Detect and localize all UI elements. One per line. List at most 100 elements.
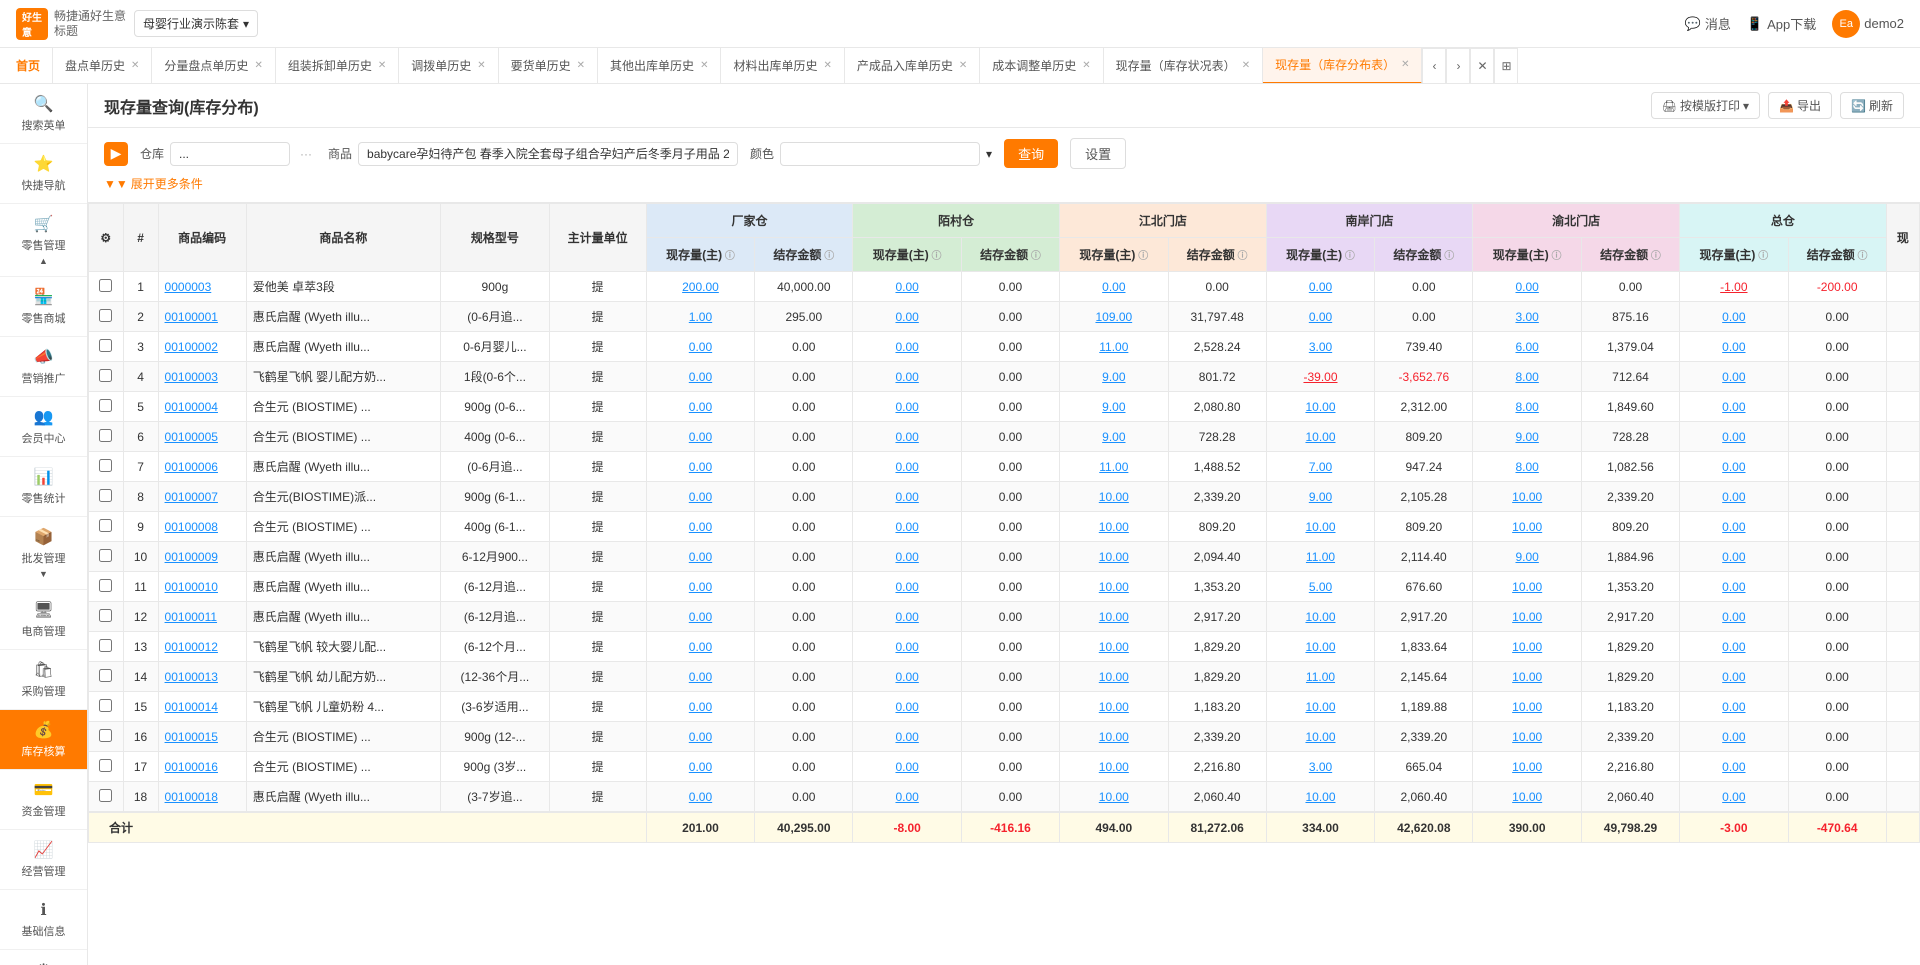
row-checkbox[interactable] <box>99 519 112 532</box>
cell-w4-qty[interactable]: 10.00 <box>1266 782 1375 813</box>
cell-w2-qty[interactable]: 0.00 <box>853 422 962 452</box>
cell-code[interactable]: 00100002 <box>158 332 246 362</box>
row-checkbox[interactable] <box>99 339 112 352</box>
row-checkbox[interactable] <box>99 729 112 742</box>
cell-total-qty[interactable]: 0.00 <box>1680 692 1789 722</box>
warehouse-dots[interactable]: ··· <box>296 147 316 161</box>
cell-w1-qty[interactable]: 0.00 <box>646 362 755 392</box>
cell-w2-qty[interactable]: 0.00 <box>853 482 962 512</box>
tab-zuhe-close[interactable]: ✕ <box>378 60 386 71</box>
cell-checkbox[interactable] <box>89 422 124 452</box>
cell-code[interactable]: 00100012 <box>158 632 246 662</box>
filter-toggle-btn[interactable]: ▶ <box>104 142 128 166</box>
row-checkbox[interactable] <box>99 579 112 592</box>
cell-checkbox[interactable] <box>89 782 124 813</box>
cell-checkbox[interactable] <box>89 302 124 332</box>
cell-total-qty[interactable]: 0.00 <box>1680 722 1789 752</box>
cell-w1-qty[interactable]: 0.00 <box>646 332 755 362</box>
cell-code[interactable]: 00100016 <box>158 752 246 782</box>
row-checkbox[interactable] <box>99 399 112 412</box>
tab-xiancun2-close[interactable]: ✕ <box>1401 59 1409 70</box>
cell-w4-qty[interactable]: -39.00 <box>1266 362 1375 392</box>
cell-total-qty[interactable]: 0.00 <box>1680 782 1789 813</box>
cell-w2-qty[interactable]: 0.00 <box>853 722 962 752</box>
cell-w2-qty[interactable]: 0.00 <box>853 302 962 332</box>
cell-w4-qty[interactable]: 3.00 <box>1266 752 1375 782</box>
cell-code[interactable]: 00100004 <box>158 392 246 422</box>
cell-code[interactable]: 00100013 <box>158 662 246 692</box>
query-btn[interactable]: 查询 <box>1004 139 1058 168</box>
warehouse-input[interactable] <box>170 142 290 166</box>
cell-w3-qty[interactable]: 11.00 <box>1060 452 1169 482</box>
color-input[interactable] <box>780 142 980 166</box>
sidebar-item-finance[interactable]: 💳 资金管理 <box>0 770 87 830</box>
goods-input[interactable] <box>358 142 738 166</box>
sidebar-item-marketing[interactable]: 📣 营销推广 <box>0 337 87 397</box>
row-checkbox[interactable] <box>99 759 112 772</box>
cell-w2-qty[interactable]: 0.00 <box>853 662 962 692</box>
cell-w4-qty[interactable]: 11.00 <box>1266 662 1375 692</box>
cell-w3-qty[interactable]: 9.00 <box>1060 362 1169 392</box>
sidebar-item-wholesale[interactable]: 📦 批发管理 ▼ <box>0 517 87 590</box>
row-checkbox[interactable] <box>99 429 112 442</box>
cell-w2-qty[interactable]: 0.00 <box>853 692 962 722</box>
cell-total-qty[interactable]: 0.00 <box>1680 422 1789 452</box>
cell-w2-qty[interactable]: 0.00 <box>853 392 962 422</box>
cell-checkbox[interactable] <box>89 692 124 722</box>
tab-home[interactable]: 首页 <box>4 48 53 84</box>
cell-w1-qty[interactable]: 0.00 <box>646 542 755 572</box>
cell-w1-qty[interactable]: 0.00 <box>646 572 755 602</box>
cell-w3-qty[interactable]: 9.00 <box>1060 422 1169 452</box>
setting-btn[interactable]: 设置 <box>1070 138 1126 169</box>
cell-w2-qty[interactable]: 0.00 <box>853 332 962 362</box>
row-checkbox[interactable] <box>99 699 112 712</box>
tab-fenpandian-close[interactable]: ✕ <box>254 60 262 71</box>
tab-nav-close-all[interactable]: ✕ <box>1470 48 1494 84</box>
cell-checkbox[interactable] <box>89 722 124 752</box>
cell-w5-qty[interactable]: 10.00 <box>1473 692 1582 722</box>
cell-total-qty[interactable]: 0.00 <box>1680 482 1789 512</box>
cell-w1-qty[interactable]: 0.00 <box>646 752 755 782</box>
cell-w5-qty[interactable]: 9.00 <box>1473 542 1582 572</box>
cell-w4-qty[interactable]: 11.00 <box>1266 542 1375 572</box>
cell-w3-qty[interactable]: 10.00 <box>1060 752 1169 782</box>
cell-checkbox[interactable] <box>89 512 124 542</box>
tab-cailiao[interactable]: 材料出库单历史 ✕ <box>721 48 844 84</box>
cell-code[interactable]: 00100006 <box>158 452 246 482</box>
cell-w4-qty[interactable]: 3.00 <box>1266 332 1375 362</box>
tab-fenpandian[interactable]: 分量盘点单历史 ✕ <box>152 48 275 84</box>
cell-code[interactable]: 00100018 <box>158 782 246 813</box>
cell-w4-qty[interactable]: 10.00 <box>1266 392 1375 422</box>
cell-checkbox[interactable] <box>89 632 124 662</box>
cell-w4-qty[interactable]: 10.00 <box>1266 632 1375 662</box>
tab-qita-close[interactable]: ✕ <box>700 60 708 71</box>
cell-w1-qty[interactable]: 0.00 <box>646 632 755 662</box>
cell-w2-qty[interactable]: 0.00 <box>853 572 962 602</box>
cell-total-qty[interactable]: 0.00 <box>1680 332 1789 362</box>
cell-code[interactable]: 00100015 <box>158 722 246 752</box>
cell-w4-qty[interactable]: 10.00 <box>1266 512 1375 542</box>
cell-w4-qty[interactable]: 9.00 <box>1266 482 1375 512</box>
cell-w4-qty[interactable]: 10.00 <box>1266 422 1375 452</box>
cell-w2-qty[interactable]: 0.00 <box>853 362 962 392</box>
cell-w2-qty[interactable]: 0.00 <box>853 632 962 662</box>
row-checkbox[interactable] <box>99 369 112 382</box>
sidebar-item-shop[interactable]: 🏪 零售商城 <box>0 277 87 337</box>
cell-code[interactable]: 00100009 <box>158 542 246 572</box>
row-checkbox[interactable] <box>99 609 112 622</box>
cell-total-qty[interactable]: 0.00 <box>1680 512 1789 542</box>
cell-w1-qty[interactable]: 0.00 <box>646 392 755 422</box>
cell-w1-qty[interactable]: 0.00 <box>646 422 755 452</box>
tab-cailiao-close[interactable]: ✕ <box>823 60 831 71</box>
cell-code[interactable]: 00100010 <box>158 572 246 602</box>
cell-code[interactable]: 00100007 <box>158 482 246 512</box>
tab-yaohuo-close[interactable]: ✕ <box>577 60 585 71</box>
cell-w5-qty[interactable]: 10.00 <box>1473 512 1582 542</box>
sidebar-item-nav[interactable]: ⭐ 快捷导航 <box>0 144 87 204</box>
tab-qita[interactable]: 其他出库单历史 ✕ <box>598 48 721 84</box>
cell-w2-qty[interactable]: 0.00 <box>853 512 962 542</box>
tab-nav-expand[interactable]: ⊞ <box>1494 48 1518 84</box>
cell-w1-qty[interactable]: 0.00 <box>646 512 755 542</box>
tab-yaohuo[interactable]: 要货单历史 ✕ <box>499 48 598 84</box>
cell-w1-qty[interactable]: 0.00 <box>646 452 755 482</box>
